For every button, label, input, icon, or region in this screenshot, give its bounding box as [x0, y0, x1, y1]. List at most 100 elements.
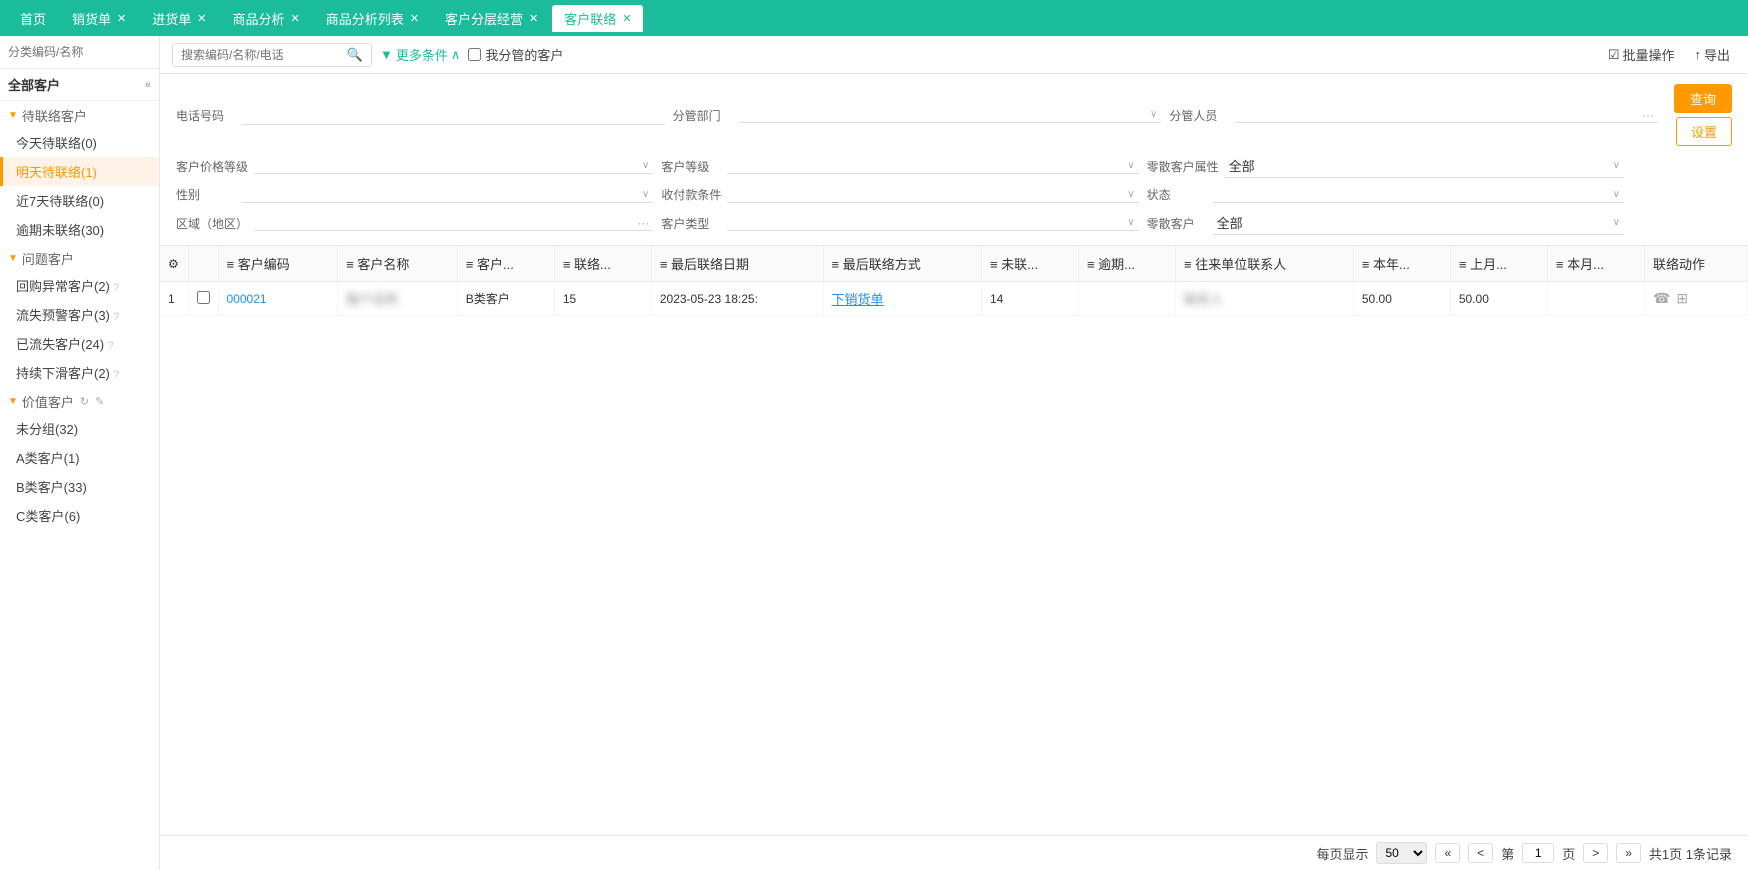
nav-tab-analysis-list-close[interactable]: ✕: [410, 12, 419, 25]
status-select[interactable]: ∨: [1213, 187, 1624, 203]
sidebar-item-declining[interactable]: 持续下滑客户(2) ?: [0, 358, 159, 387]
nav-tab-customer-ops[interactable]: 客户分层经营 ✕: [433, 5, 550, 32]
export-btn[interactable]: ↑ 导出: [1688, 42, 1736, 67]
per-page-select[interactable]: 50 100 200: [1376, 842, 1427, 864]
edit-value-icon[interactable]: ✎: [95, 395, 104, 408]
sidebar-item-today-pending[interactable]: 今天待联络(0): [0, 128, 159, 157]
sidebar-item-churned[interactable]: 已流失客户(24) ?: [0, 329, 159, 358]
row-code[interactable]: 000021: [218, 282, 338, 316]
th-this-year-label: ≡ 本年...: [1362, 257, 1410, 272]
main-search-input[interactable]: [181, 48, 343, 62]
main-search-icon[interactable]: 🔍: [347, 47, 363, 63]
retail-attr-select[interactable]: 全部 ∨: [1225, 154, 1624, 178]
nav-tab-customer-ops-label: 客户分层经营: [445, 9, 523, 28]
help-icon-repurchase[interactable]: ?: [113, 282, 119, 294]
row-contact-person-text: 联系人: [1184, 289, 1223, 308]
last-page-btn[interactable]: »: [1616, 843, 1641, 863]
th-last-contact-date[interactable]: ≡ 最后联络日期: [651, 246, 823, 282]
sidebar-item-repurchase-abnormal[interactable]: 回购异常客户(2) ?: [0, 271, 159, 300]
filter-phone: 电话号码: [176, 106, 665, 125]
row-checkbox-input[interactable]: [197, 291, 210, 304]
nav-tab-customer-contact[interactable]: 客户联络 ✕: [552, 5, 643, 32]
th-customer-code[interactable]: ≡ 客户编码: [218, 246, 338, 282]
nav-tab-purchase[interactable]: 进货单 ✕: [140, 5, 218, 32]
customer-level-select[interactable]: ∨: [727, 158, 1138, 174]
first-page-btn[interactable]: «: [1435, 843, 1460, 863]
per-page-label: 每页显示: [1316, 844, 1368, 863]
th-contact-count[interactable]: ≡ 联络...: [554, 246, 651, 282]
filter-payment: 收付款条件 ∨: [661, 186, 1138, 203]
row-last-month: 50.00: [1450, 282, 1547, 316]
row-last-method[interactable]: 下销货单: [823, 282, 981, 316]
set-button[interactable]: 设置: [1676, 117, 1732, 146]
data-table-area: ⚙ ≡ 客户编码 ≡ 客户名称 ≡ 客户... ≡ 联络...: [160, 246, 1748, 835]
collapse-sidebar-icon[interactable]: «: [145, 79, 151, 91]
my-customers-checkbox-label[interactable]: 我分管的客户: [468, 45, 563, 64]
nav-tab-analysis-close[interactable]: ✕: [291, 12, 300, 25]
search-box: 🔍: [172, 43, 372, 67]
next-page-btn[interactable]: >: [1583, 843, 1608, 863]
my-customers-checkbox[interactable]: [468, 48, 481, 61]
refresh-value-icon[interactable]: ↻: [80, 395, 89, 408]
price-level-select[interactable]: ∨: [254, 158, 653, 174]
prev-page-btn[interactable]: <: [1468, 843, 1493, 863]
help-icon-churned[interactable]: ?: [107, 340, 113, 352]
payment-select[interactable]: ∨: [727, 187, 1138, 203]
help-icon-declining[interactable]: ?: [113, 369, 119, 381]
sidebar-item-type-a[interactable]: A类客户(1): [0, 443, 159, 472]
row-last-method-link[interactable]: 下销货单: [832, 292, 884, 307]
more-conditions-btn[interactable]: ▼ 更多条件 ∧: [380, 45, 460, 64]
th-this-year[interactable]: ≡ 本年...: [1353, 246, 1450, 282]
sidebar-item-overdue-pending[interactable]: 逾期未联络(30): [0, 215, 159, 244]
row-checkbox[interactable]: [188, 282, 218, 316]
gender-select[interactable]: ∨: [242, 187, 653, 203]
filter-price-level: 客户价格等级 ∨: [176, 158, 653, 175]
retail-attr-chevron-icon: ∨: [1613, 160, 1620, 171]
action-phone-icon[interactable]: ☎: [1653, 290, 1670, 307]
nav-home[interactable]: 首页: [8, 5, 58, 32]
th-overdue[interactable]: ≡ 逾期...: [1078, 246, 1175, 282]
batch-ops-btn[interactable]: ☑ 批量操作: [1602, 42, 1681, 67]
th-this-month[interactable]: ≡ 本月...: [1547, 246, 1644, 282]
nav-tab-sale-close[interactable]: ✕: [117, 12, 126, 25]
th-last-month[interactable]: ≡ 上月...: [1450, 246, 1547, 282]
gender-chevron-icon: ∨: [642, 189, 649, 200]
help-icon-churn-warning[interactable]: ?: [113, 311, 119, 323]
manager-ellipsis[interactable]: ···: [1642, 108, 1654, 122]
nav-tab-customer-contact-close[interactable]: ✕: [622, 12, 631, 25]
customer-level-label: 客户等级: [661, 158, 721, 175]
sidebar-item-tomorrow-pending[interactable]: 明天待联络(1): [0, 157, 159, 186]
customer-type-select[interactable]: ∨: [727, 215, 1138, 231]
nav-tab-analysis-list[interactable]: 商品分析列表 ✕: [314, 5, 431, 32]
th-customer-type[interactable]: ≡ 客户...: [457, 246, 554, 282]
sidebar-search-input[interactable]: [8, 45, 160, 59]
sidebar-all-customers[interactable]: 全部客户 «: [0, 69, 159, 101]
th-last-contact-method[interactable]: ≡ 最后联络方式: [823, 246, 981, 282]
query-button[interactable]: 查询: [1674, 84, 1732, 113]
content-area: 🔍 ▼ 更多条件 ∧ 我分管的客户 ☑ 批量操作 ↑ 导出: [160, 36, 1748, 870]
region-ellipsis[interactable]: ···: [637, 216, 649, 230]
th-contact-person[interactable]: ≡ 往来单位联系人: [1176, 246, 1354, 282]
sidebar-item-type-b[interactable]: B类客户(33): [0, 472, 159, 501]
nav-tab-customer-ops-close[interactable]: ✕: [529, 12, 538, 25]
retail-customer-select[interactable]: 全部 ∨: [1213, 211, 1624, 235]
nav-tab-purchase-close[interactable]: ✕: [197, 12, 206, 25]
sidebar-item-type-c[interactable]: C类客户(6): [0, 501, 159, 530]
row-name[interactable]: 客户名称: [338, 282, 458, 316]
dept-select[interactable]: ∨: [739, 107, 1162, 123]
customer-type-label: 客户类型: [661, 215, 721, 232]
filter-status: 状态 ∨: [1147, 186, 1624, 203]
th-last-contact-method-label: ≡ 最后联络方式: [832, 257, 921, 272]
sidebar-item-unclassified[interactable]: 未分组(32): [0, 414, 159, 443]
th-customer-name[interactable]: ≡ 客户名称: [338, 246, 458, 282]
nav-tab-sale[interactable]: 销货单 ✕: [60, 5, 138, 32]
nav-tab-analysis[interactable]: 商品分析 ✕: [220, 5, 311, 32]
sidebar-item-7days-pending[interactable]: 近7天待联络(0): [0, 186, 159, 215]
th-contact-action: 联络动作: [1644, 246, 1747, 282]
phone-input[interactable]: [242, 106, 665, 125]
th-no-contact-days[interactable]: ≡ 未联...: [981, 246, 1078, 282]
th-settings[interactable]: ⚙: [160, 246, 188, 282]
sidebar-item-churn-warning[interactable]: 流失预警客户(3) ?: [0, 300, 159, 329]
page-number-input[interactable]: [1522, 843, 1554, 863]
action-grid-icon[interactable]: ⊞: [1676, 290, 1688, 307]
